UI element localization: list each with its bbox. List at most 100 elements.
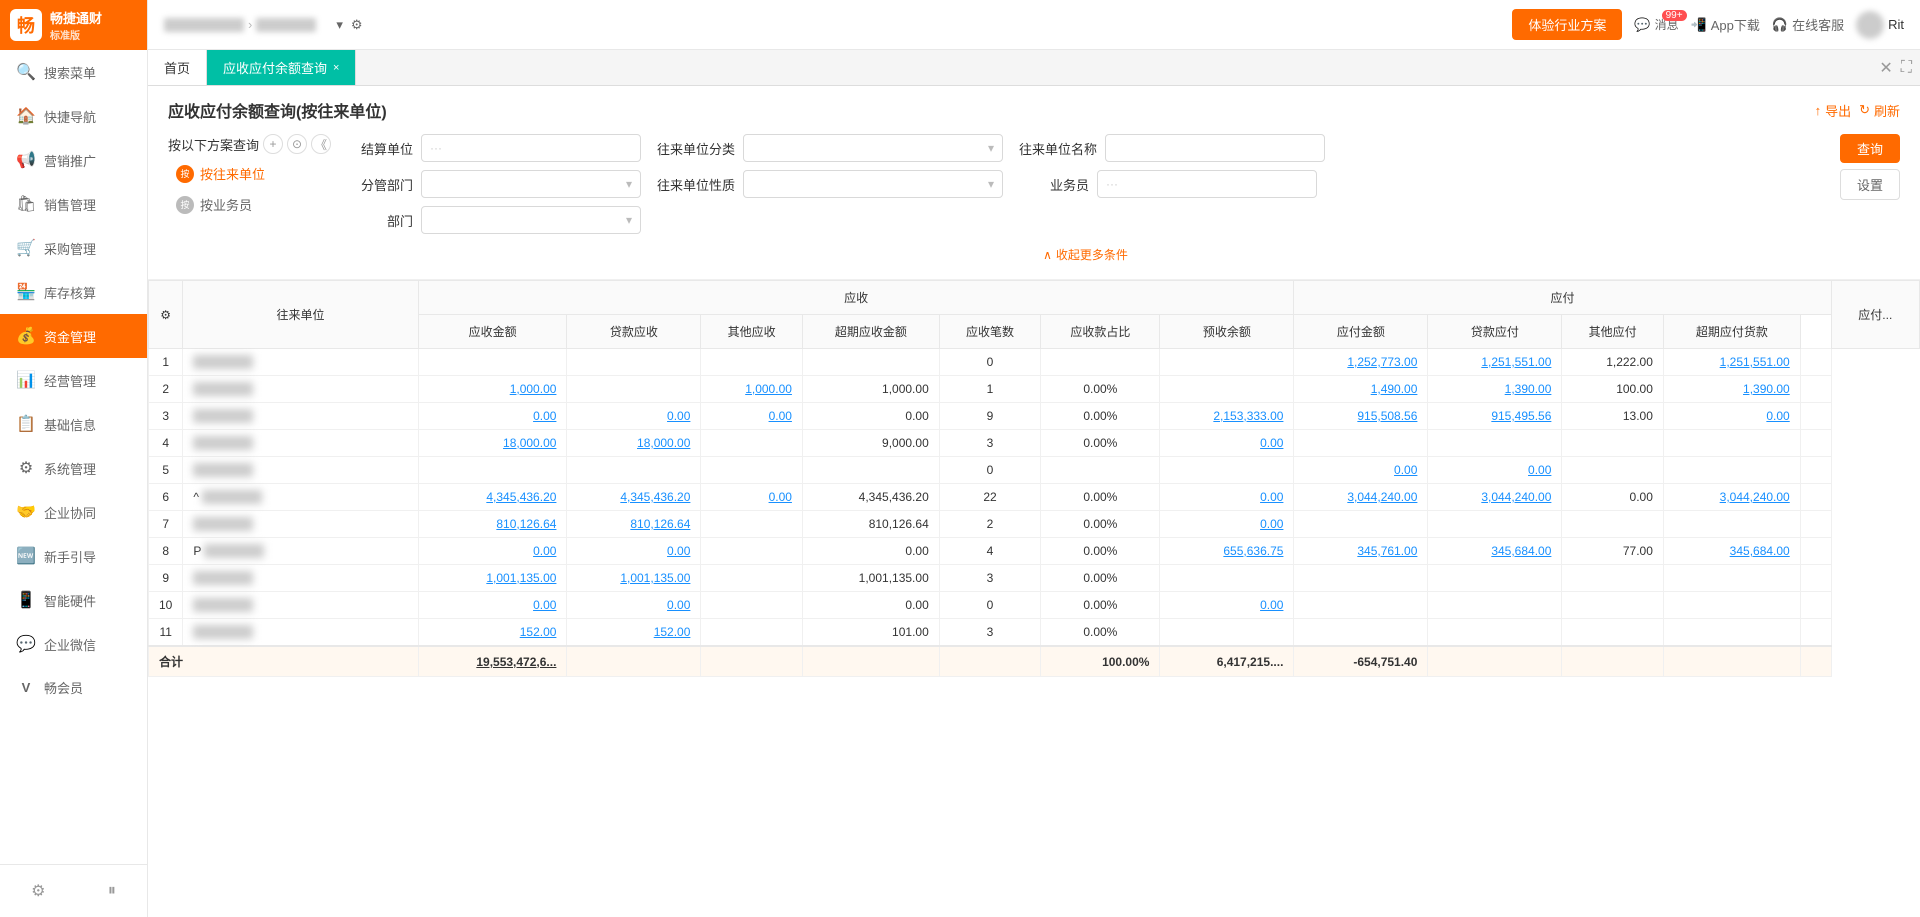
- unit-name-label: 往来单位名称: [1019, 139, 1097, 158]
- capital-label: 资金管理: [44, 327, 96, 346]
- inventory-label: 库存核算: [44, 283, 96, 302]
- tab-close-icon[interactable]: ×: [333, 62, 339, 74]
- chevron-down-icon3: ▾: [988, 177, 994, 191]
- unit-category-input[interactable]: ▾: [743, 134, 1003, 162]
- guide-icon: 🆕: [16, 546, 36, 566]
- sidebar-item-marketing[interactable]: 📢 营销推广: [0, 138, 147, 182]
- summary-ar-amount[interactable]: 19,553,472,6...: [418, 646, 567, 677]
- summary-ar-other: [701, 646, 803, 677]
- chevron-down-icon: ▾: [988, 141, 994, 155]
- tab-ar-ap-label: 应收应付余额查询: [223, 58, 327, 77]
- user-avatar[interactable]: Rit: [1856, 11, 1904, 39]
- tab-fullscreen-icon[interactable]: ⛶: [1901, 59, 1912, 77]
- export-btn[interactable]: ↑ 导出: [1815, 101, 1852, 120]
- marketing-icon: 📢: [16, 150, 36, 170]
- tabbar: 首页 应收应付余额查询 × ✕ ⛶: [148, 50, 1920, 86]
- summary-ar-advance: 6,417,215....: [1160, 646, 1294, 677]
- main-content: 应收应付余额查询(按往来单位) ↑ 导出 ↻ 刷新 按以下方案: [148, 86, 1920, 917]
- table-row: 1███████01,252,773.001,251,551.001,222.0…: [149, 349, 1920, 376]
- sidebar-collapse-btn[interactable]: ⏸: [100, 874, 124, 908]
- sidebar-item-quick-nav[interactable]: 🏠 快捷导航: [0, 94, 147, 138]
- sidebar-item-search-menu[interactable]: 🔍 搜索菜单: [0, 50, 147, 94]
- dept-input[interactable]: ▾: [421, 206, 641, 234]
- filter-row-1: 结算单位 ··· 往来单位分类 ▾: [343, 134, 1828, 162]
- dept-mgr-input[interactable]: ▾: [421, 170, 641, 198]
- filter-by-staff[interactable]: 按 按业务员: [168, 191, 331, 218]
- chevron-up-icon: ∧: [1043, 248, 1052, 262]
- sidebar-item-collab[interactable]: 🤝 企业协同: [0, 490, 147, 534]
- app-download-btn[interactable]: 📲 App下载: [1691, 15, 1760, 34]
- chevron-down-icon4: ▾: [626, 213, 632, 227]
- hardware-icon: 📱: [16, 590, 36, 610]
- sidebar-item-system[interactable]: ⚙ 系统管理: [0, 446, 147, 490]
- scheme-collapse-btn[interactable]: 《: [311, 134, 331, 154]
- search-menu-label: 搜索菜单: [44, 63, 96, 82]
- sidebar-item-sales[interactable]: 🛍 销售管理: [0, 182, 147, 226]
- settlement-unit-input[interactable]: ···: [421, 134, 641, 162]
- th-ap-amount: 应付金额: [1294, 315, 1428, 349]
- filter-dept: 部门 ▾: [343, 206, 641, 234]
- message-btn[interactable]: 💬 消息 99+: [1634, 16, 1678, 33]
- th-ap-loan: 贷款应付: [1428, 315, 1562, 349]
- th-settings[interactable]: ⚙: [149, 281, 183, 349]
- table-area: ⚙ 往来单位 应收 应付 应付...: [148, 280, 1920, 917]
- logo-icon: 畅: [10, 9, 42, 41]
- table-row: 3███████0.000.000.000.0090.00%2,153,333.…: [149, 403, 1920, 430]
- tab-ar-ap[interactable]: 应收应付余额查询 ×: [207, 50, 356, 85]
- summary-ar-overdue: [802, 646, 939, 677]
- settlement-unit-label: 结算单位: [343, 139, 413, 158]
- sidebar-item-operation[interactable]: 📊 经营管理: [0, 358, 147, 402]
- salesman-input[interactable]: ···: [1097, 170, 1317, 198]
- industry-btn[interactable]: 体验行业方案: [1512, 9, 1622, 40]
- settings-btn[interactable]: 设置: [1840, 169, 1900, 200]
- sidebar-item-purchase[interactable]: 🛒 采购管理: [0, 226, 147, 270]
- table-gear-icon: ⚙: [160, 308, 171, 322]
- sidebar-settings-btn[interactable]: ⚙: [23, 873, 53, 909]
- th-ap-overdue: 超期应付货款: [1663, 315, 1800, 349]
- sidebar-item-base-info[interactable]: 📋 基础信息: [0, 402, 147, 446]
- sidebar-item-guide[interactable]: 🆕 新手引导: [0, 534, 147, 578]
- add-scheme-btn[interactable]: +: [263, 134, 283, 154]
- topbar-gear-btn[interactable]: ⚙: [351, 17, 363, 33]
- by-staff-icon: 按: [176, 196, 194, 214]
- collab-icon: 🤝: [16, 502, 36, 522]
- summary-ap-overdue: [1663, 646, 1800, 677]
- tab-close-all-icon[interactable]: ✕: [1879, 58, 1892, 78]
- page-title: 应收应付余额查询(按往来单位): [168, 98, 387, 122]
- table-row: 8P ███████0.000.000.0040.00%655,636.7534…: [149, 538, 1920, 565]
- filter-unit-category: 往来单位分类 ▾: [657, 134, 1003, 162]
- service-btn[interactable]: 🎧 在线客服: [1772, 15, 1844, 34]
- service-label: 在线客服: [1792, 15, 1844, 34]
- unit-nature-input[interactable]: ▾: [743, 170, 1003, 198]
- quick-nav-icon: 🏠: [16, 106, 36, 126]
- scheme-settings-btn[interactable]: ⊙: [287, 134, 307, 154]
- table-row: 5███████00.000.00: [149, 457, 1920, 484]
- topbar-actions: ▾ ⚙: [336, 17, 362, 33]
- salesman-label: 业务员: [1019, 175, 1089, 194]
- refresh-btn[interactable]: ↻ 刷新: [1859, 101, 1900, 120]
- collapse-more-btn[interactable]: ∧ 收起更多条件: [1039, 242, 1132, 267]
- sidebar-item-wechat[interactable]: 💬 企业微信: [0, 622, 147, 666]
- operation-icon: 📊: [16, 370, 36, 390]
- th-unit: 往来单位: [183, 281, 418, 349]
- summary-label: 合计: [149, 646, 419, 677]
- topbar-dropdown-btn[interactable]: ▾: [336, 17, 343, 33]
- sales-icon: 🛍: [16, 194, 36, 214]
- unit-nature-label: 往来单位性质: [657, 175, 735, 194]
- member-label: 畅会员: [44, 678, 83, 697]
- chevron-down-icon: ▾: [336, 17, 343, 33]
- unit-name-input[interactable]: [1105, 134, 1325, 162]
- filter-by-unit[interactable]: 按 按往来单位: [168, 160, 331, 187]
- gear-icon: ⚙: [351, 17, 363, 33]
- summary-ar-count: [939, 646, 1041, 677]
- avatar-img: [1856, 11, 1884, 39]
- tab-home[interactable]: 首页: [148, 50, 207, 85]
- quick-nav-label: 快捷导航: [44, 107, 96, 126]
- sidebar-item-member[interactable]: V 畅会员: [0, 666, 147, 709]
- query-btn[interactable]: 查询: [1840, 134, 1900, 163]
- hardware-label: 智能硬件: [44, 591, 96, 610]
- sidebar-item-inventory[interactable]: 🏪 库存核算: [0, 270, 147, 314]
- page-header: 应收应付余额查询(按往来单位) ↑ 导出 ↻ 刷新: [148, 86, 1920, 122]
- sidebar-item-hardware[interactable]: 📱 智能硬件: [0, 578, 147, 622]
- sidebar-item-capital[interactable]: 💰 资金管理: [0, 314, 147, 358]
